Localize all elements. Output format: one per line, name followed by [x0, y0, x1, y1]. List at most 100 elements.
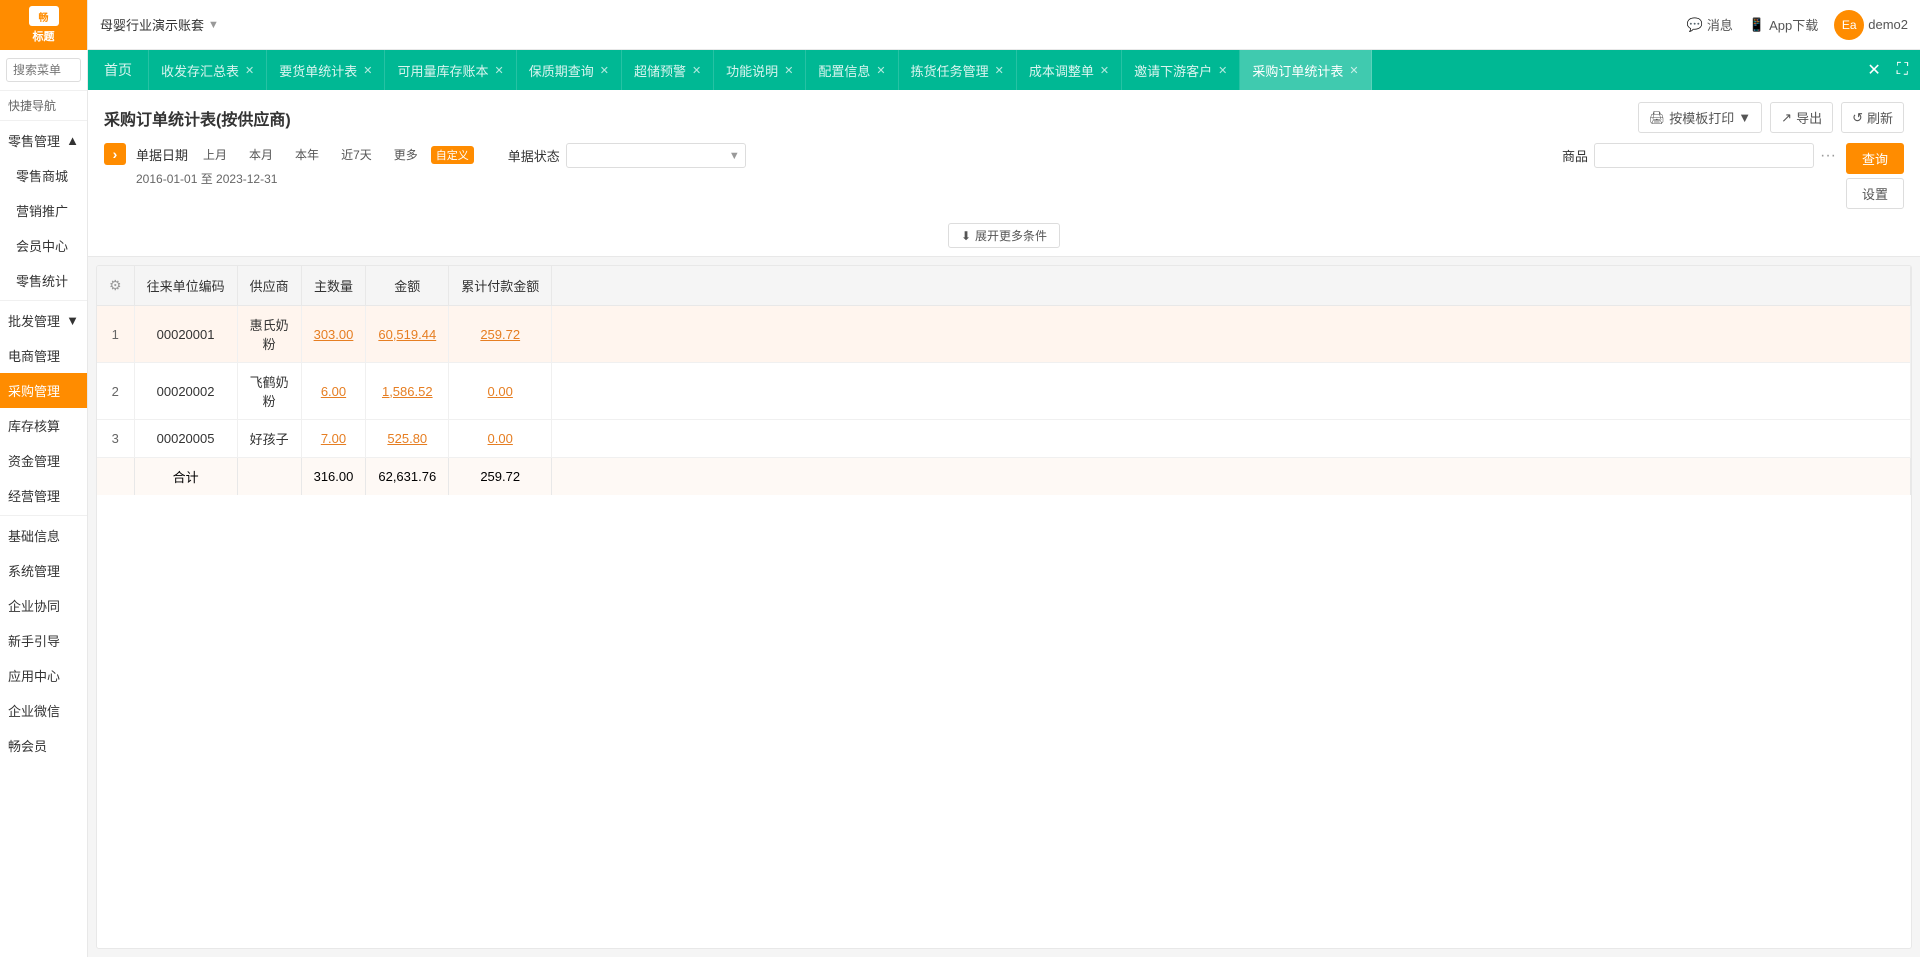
tab-close-icon[interactable]: ✕: [692, 64, 701, 77]
chevron-down-icon: ▼: [208, 19, 219, 31]
main-area: 母婴行业演示账套 ▼ 💬 消息 📱 App下载 Ea demo2 首页: [88, 0, 1920, 957]
footer-amount: 62,631.76: [366, 458, 449, 496]
footer-label: 合计: [134, 458, 237, 496]
top-header: 母婴行业演示账套 ▼ 💬 消息 📱 App下载 Ea demo2: [88, 0, 1920, 50]
cell-qty[interactable]: 303.00: [301, 306, 366, 363]
tab-overstock-alert[interactable]: 超储预警 ✕: [622, 50, 714, 90]
tab-close-icon[interactable]: ✕: [995, 64, 1004, 77]
search-input[interactable]: [6, 58, 81, 82]
cell-paid[interactable]: 259.72: [449, 306, 552, 363]
cell-amount[interactable]: 525.80: [366, 420, 449, 458]
tab-invite-downstream[interactable]: 邀请下游客户 ✕: [1122, 50, 1240, 90]
tab-close-icon[interactable]: ✕: [784, 64, 793, 77]
shortcut-last-month[interactable]: 上月: [194, 143, 236, 166]
close-all-tabs-icon[interactable]: ✕: [1863, 58, 1884, 82]
tab-goods-stats[interactable]: 要货单统计表 ✕: [267, 50, 385, 90]
message-label: 消息: [1707, 15, 1733, 34]
sidebar-item-retail-store[interactable]: 零售商城: [0, 158, 87, 193]
filter-date-row: 单据日期 上月 本月 本年 近7天 更多 自定义: [136, 143, 474, 166]
tab-cost-adjust[interactable]: 成本调整单 ✕: [1017, 50, 1122, 90]
tab-close-icon[interactable]: ✕: [1349, 64, 1358, 77]
sidebar-item-finance[interactable]: 资金管理: [0, 443, 87, 478]
sidebar-item-newbie[interactable]: 新手引导: [0, 623, 87, 658]
sidebar-item-retail-stats[interactable]: 零售统计: [0, 263, 87, 298]
shortcut-this-year[interactable]: 本年: [286, 143, 328, 166]
tab-close-icon[interactable]: ✕: [876, 64, 885, 77]
filter-toggle-btn[interactable]: ›: [104, 143, 126, 165]
user-profile[interactable]: Ea demo2: [1834, 10, 1908, 40]
workspace-selector[interactable]: 母婴行业演示账套 ▼: [100, 15, 219, 34]
status-select-wrapper: ▼: [566, 143, 746, 168]
cell-code: 00020002: [134, 363, 237, 420]
tab-purchase-stats[interactable]: 采购订单统计表 ✕: [1240, 50, 1371, 90]
tab-close-icon[interactable]: ✕: [245, 64, 254, 77]
status-filter-label: 单据状态: [508, 146, 560, 165]
refresh-button[interactable]: ↺ 刷新: [1841, 102, 1904, 133]
sidebar-item-purchase[interactable]: 采购管理: [0, 373, 87, 408]
cell-amount[interactable]: 60,519.44: [366, 306, 449, 363]
sidebar-item-operations[interactable]: 经营管理: [0, 478, 87, 513]
tab-close-icon[interactable]: ✕: [494, 64, 503, 77]
sidebar-item-vip[interactable]: 畅会员: [0, 728, 87, 763]
data-table-wrapper: ⚙ 往来单位编码 供应商 主数量 金额 累计付款金额 1 00020001 惠氏…: [96, 265, 1912, 949]
tab-close-icon[interactable]: ✕: [363, 64, 372, 77]
tab-close-icon[interactable]: ✕: [600, 64, 609, 77]
tab-bar: 首页 收发存汇总表 ✕ 要货单统计表 ✕ 可用量库存账本 ✕ 保质期查询 ✕ 超…: [88, 50, 1920, 90]
export-button[interactable]: ↗ 导出: [1770, 102, 1833, 133]
tab-function-desc[interactable]: 功能说明 ✕: [714, 50, 806, 90]
settings-button[interactable]: 设置: [1846, 178, 1904, 209]
date-shortcuts: 上月 本月 本年 近7天 更多 自定义: [194, 143, 474, 166]
product-filter-input[interactable]: [1594, 143, 1814, 168]
sidebar-item-marketing[interactable]: 营销推广: [0, 193, 87, 228]
cell-code: 00020005: [134, 420, 237, 458]
query-button[interactable]: 查询: [1846, 143, 1904, 174]
sidebar-item-system[interactable]: 系统管理: [0, 553, 87, 588]
sidebar-item-member[interactable]: 会员中心: [0, 228, 87, 263]
tab-config-info[interactable]: 配置信息 ✕: [806, 50, 898, 90]
table-row: 1 00020001 惠氏奶粉 303.00 60,519.44 259.72: [97, 306, 1911, 363]
sidebar-item-ecommerce[interactable]: 电商管理: [0, 338, 87, 373]
column-settings-icon[interactable]: ⚙: [109, 277, 122, 293]
more-options-icon[interactable]: ···: [1820, 147, 1836, 165]
sidebar-item-enterprise[interactable]: 企业协同: [0, 588, 87, 623]
tab-home[interactable]: 首页: [88, 50, 149, 90]
app-download-action[interactable]: 📱 App下载: [1749, 15, 1818, 34]
tab-available-stock[interactable]: 可用量库存账本 ✕: [385, 50, 516, 90]
filter-product-group: 商品 ···: [1562, 143, 1836, 168]
tab-close-icon[interactable]: ✕: [1218, 64, 1227, 77]
header-right: 💬 消息 📱 App下载 Ea demo2: [1687, 10, 1908, 40]
shortcut-this-month[interactable]: 本月: [240, 143, 282, 166]
expand-icon: ⬇: [961, 229, 971, 243]
filter-section: › 单据日期 上月 本月 本年 近7天 更多 自定义 2016-01-0: [104, 143, 1904, 219]
message-action[interactable]: 💬 消息: [1687, 15, 1733, 34]
status-select[interactable]: [566, 143, 746, 168]
maximize-icon[interactable]: ⛶: [1893, 59, 1912, 81]
expand-row: ⬇ 展开更多条件: [104, 219, 1904, 256]
tab-stocking-tasks[interactable]: 拣货任务管理 ✕: [899, 50, 1017, 90]
tab-expiry-query[interactable]: 保质期查询 ✕: [517, 50, 622, 90]
shortcut-7days[interactable]: 近7天: [332, 143, 381, 166]
tab-receive-summary[interactable]: 收发存汇总表 ✕: [149, 50, 267, 90]
template-print-button[interactable]: 🖨 按模板打印 ▼: [1638, 102, 1762, 133]
expand-conditions-button[interactable]: ⬇ 展开更多条件: [948, 223, 1060, 248]
shortcut-more[interactable]: 更多: [385, 143, 427, 166]
sidebar-item-retail-mgmt[interactable]: 零售管理 ▲: [0, 123, 87, 158]
sidebar-item-inventory[interactable]: 库存核算: [0, 408, 87, 443]
sidebar-item-basic-info[interactable]: 基础信息: [0, 518, 87, 553]
sidebar-search-area: [0, 50, 87, 91]
sidebar-item-wholesale[interactable]: 批发管理 ▼: [0, 303, 87, 338]
date-filter-label: 单据日期: [136, 145, 188, 164]
tab-close-icon[interactable]: ✕: [1100, 64, 1109, 77]
cell-supplier: 惠氏奶粉: [237, 306, 301, 363]
cell-paid[interactable]: 0.00: [449, 420, 552, 458]
sidebar-item-app-center[interactable]: 应用中心: [0, 658, 87, 693]
cell-amount[interactable]: 1,586.52: [366, 363, 449, 420]
cell-qty[interactable]: 7.00: [301, 420, 366, 458]
sidebar-item-wechat[interactable]: 企业微信: [0, 693, 87, 728]
cell-paid[interactable]: 0.00: [449, 363, 552, 420]
page-title: 采购订单统计表(按供应商): [104, 106, 291, 130]
page-actions: 🖨 按模板打印 ▼ ↗ 导出 ↺ 刷新: [1638, 102, 1904, 133]
footer-empty2: [237, 458, 301, 496]
cell-num: 3: [97, 420, 134, 458]
cell-qty[interactable]: 6.00: [301, 363, 366, 420]
